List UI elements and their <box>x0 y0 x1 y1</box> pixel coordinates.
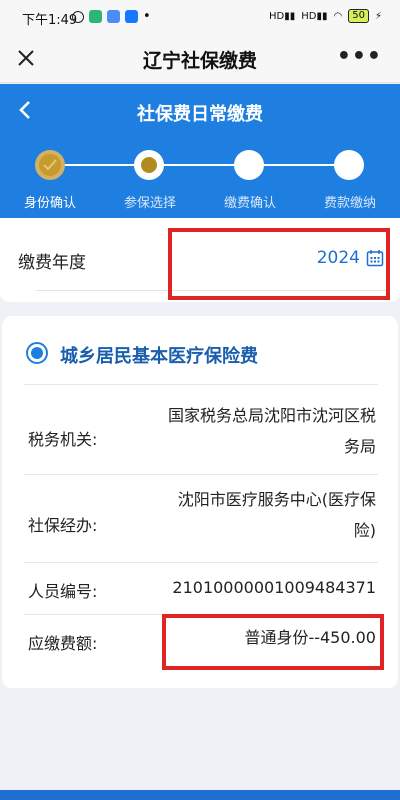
step-dot-2 <box>134 150 164 180</box>
app-title-bar: 辽宁社保缴费 ••• <box>0 34 400 83</box>
progress-stepper: 身份确认 参保选择 缴费确认 费款缴纳 <box>0 148 400 218</box>
system-icons: HD▮▮ HD▮▮ ◠ 50 ⚡ <box>269 9 382 23</box>
alipay-icon <box>125 10 138 23</box>
app-notification-icon <box>89 10 102 23</box>
highlight-box-year <box>168 228 390 300</box>
tax-authority-value: 国家税务总局沈阳市沈河区税 务局 <box>168 400 376 462</box>
battery-icon: 50 <box>348 9 369 23</box>
bottom-action-bar[interactable] <box>0 790 400 800</box>
check-icon <box>43 159 57 171</box>
social-security-office-line-1: 沈阳市医疗服务中心(医疗保 <box>177 490 376 509</box>
insurance-radio-button[interactable] <box>26 342 48 364</box>
highlight-box-amount <box>162 614 384 670</box>
charging-icon: ⚡ <box>374 10 382 22</box>
step-connector <box>52 164 350 166</box>
social-security-office-value: 沈阳市医疗服务中心(医疗保 险) <box>178 484 376 546</box>
tax-authority-line-1: 国家税务总局沈阳市沈河区税 <box>167 406 376 425</box>
step-label-identity: 身份确认 <box>23 196 76 211</box>
person-id-label: 人员编号: <box>28 582 98 601</box>
signal-icon: HD▮▮ <box>269 10 296 22</box>
more-menu-button[interactable]: ••• <box>337 44 382 69</box>
person-id-value: 21010000001009484371 <box>172 572 376 603</box>
dots-icon: • <box>143 9 151 24</box>
alarm-icon <box>72 10 84 23</box>
divider <box>24 562 378 563</box>
play-store-icon <box>107 10 120 23</box>
tax-authority-label: 税务机关: <box>28 430 98 449</box>
social-security-office-line-2: 险) <box>353 521 376 540</box>
step-label-payment: 费款缴纳 <box>323 196 376 211</box>
notification-icons: • <box>72 9 151 24</box>
page-title: 社保费日常缴费 <box>137 104 263 125</box>
divider <box>24 474 378 475</box>
step-dot-1 <box>35 150 65 180</box>
wifi-icon: ◠ <box>333 10 343 22</box>
step-dot-3 <box>234 150 264 180</box>
step-label-insurance-select: 参保选择 <box>123 196 176 211</box>
person-id-line-1: 21010000001009484371 <box>172 578 376 597</box>
payment-year-label: 缴费年度 <box>18 253 86 273</box>
step-label-payment-confirm: 缴费确认 <box>223 196 276 211</box>
divider <box>24 384 378 385</box>
step-dot-4 <box>334 150 364 180</box>
page-header: 社保费日常缴费 身份确认 参保选择 缴费确认 费款缴纳 <box>0 84 400 218</box>
amount-due-label: 应缴费额: <box>28 634 98 653</box>
status-bar: 下午1:49 • HD▮▮ HD▮▮ ◠ 50 ⚡ <box>0 0 400 34</box>
status-time: 下午1:49 <box>22 13 78 28</box>
social-security-office-label: 社保经办: <box>28 516 98 535</box>
tax-authority-line-2: 务局 <box>343 437 376 456</box>
insurance-title[interactable]: 城乡居民基本医疗保险费 <box>60 342 258 368</box>
signal2-icon: HD▮▮ <box>301 10 328 22</box>
